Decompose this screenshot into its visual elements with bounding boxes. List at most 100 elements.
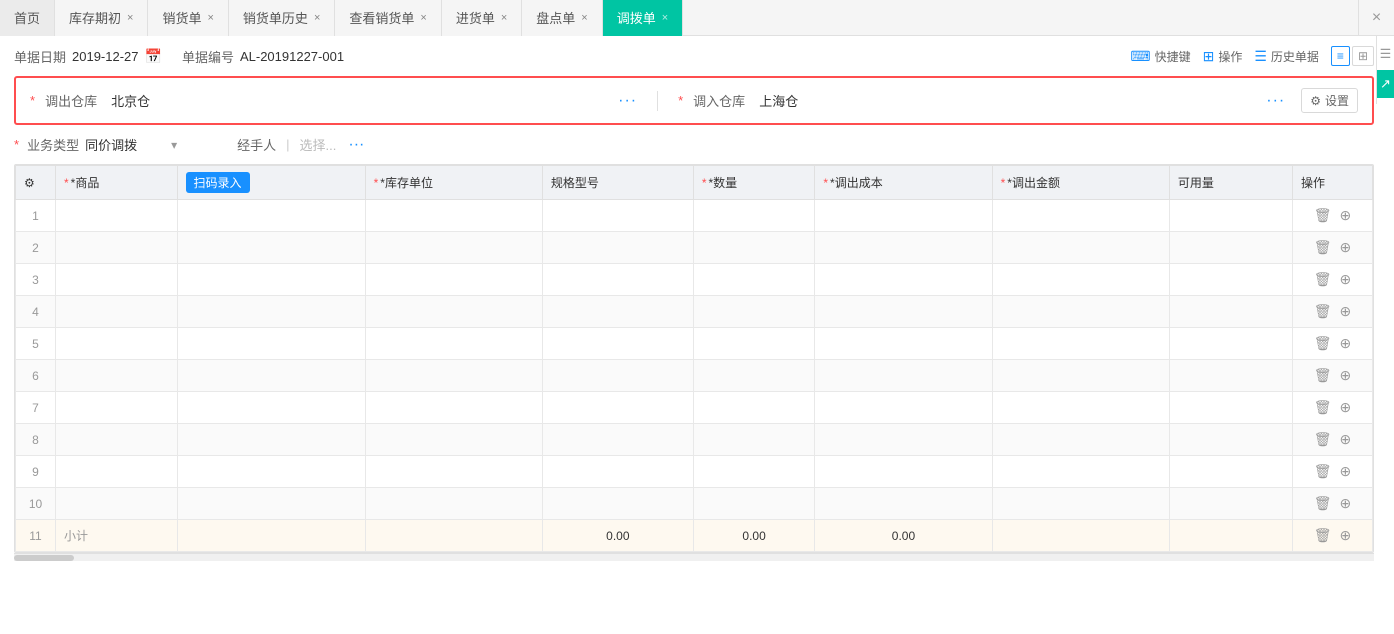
tab-sales-history-close[interactable]: × (314, 12, 320, 24)
tab-home[interactable]: 首页 (0, 0, 55, 36)
row-cost-3[interactable] (815, 264, 992, 296)
row-amount-4[interactable] (992, 296, 1169, 328)
row-unit-4[interactable] (365, 296, 542, 328)
delete-icon[interactable]: 🗑 (1314, 271, 1332, 288)
row-amount-1[interactable] (992, 200, 1169, 232)
row-qty-7[interactable] (693, 392, 815, 424)
scrollbar-thumb[interactable] (14, 555, 74, 561)
sidebar-export-icon[interactable]: ↗ (1377, 70, 1394, 98)
row-qty-3[interactable] (693, 264, 815, 296)
row-cost-10[interactable] (815, 488, 992, 520)
date-value[interactable]: 2019-12-27 (72, 49, 139, 64)
row-product-4[interactable] (56, 296, 178, 328)
row-spec-10[interactable] (542, 488, 693, 520)
row-cost-4[interactable] (815, 296, 992, 328)
tab-purchase[interactable]: 进货单 × (442, 0, 522, 36)
row-amount-6[interactable] (992, 360, 1169, 392)
row-cost-9[interactable] (815, 456, 992, 488)
row-spec-9[interactable] (542, 456, 693, 488)
row-spec-6[interactable] (542, 360, 693, 392)
copy-icon[interactable]: ⊕ (1340, 495, 1352, 512)
row-amount-3[interactable] (992, 264, 1169, 296)
row-qty-1[interactable] (693, 200, 815, 232)
row-unit-9[interactable] (365, 456, 542, 488)
row-cost-6[interactable] (815, 360, 992, 392)
row-amount-9[interactable] (992, 456, 1169, 488)
tab-view-sales-close[interactable]: × (420, 12, 426, 24)
delete-icon[interactable]: 🗑 (1314, 495, 1332, 512)
row-unit-7[interactable] (365, 392, 542, 424)
row-qty-8[interactable] (693, 424, 815, 456)
copy-icon[interactable]: ⊕ (1340, 399, 1352, 416)
in-warehouse-more[interactable]: ··· (1266, 92, 1285, 110)
row-spec-7[interactable] (542, 392, 693, 424)
copy-icon[interactable]: ⊕ (1340, 367, 1352, 384)
tab-purchase-close[interactable]: × (501, 12, 507, 24)
tab-view-sales[interactable]: 查看销货单 × (335, 0, 441, 36)
in-warehouse-value[interactable]: 上海仓 (759, 91, 798, 110)
row-product-2[interactable] (56, 232, 178, 264)
row-product-9[interactable] (56, 456, 178, 488)
row-qty-10[interactable] (693, 488, 815, 520)
tab-transfer[interactable]: 调拨单 × (603, 0, 683, 36)
row-cost-5[interactable] (815, 328, 992, 360)
copy-icon[interactable]: ⊕ (1340, 303, 1352, 320)
copy-icon[interactable]: ⊕ (1340, 335, 1352, 352)
row-unit-3[interactable] (365, 264, 542, 296)
row-product-8[interactable] (56, 424, 178, 456)
row-unit-6[interactable] (365, 360, 542, 392)
tab-stocktake-close[interactable]: × (581, 12, 587, 24)
copy-icon[interactable]: ⊕ (1340, 527, 1352, 544)
row-unit-10[interactable] (365, 488, 542, 520)
row-unit-5[interactable] (365, 328, 542, 360)
row-cost-7[interactable] (815, 392, 992, 424)
row-qty-4[interactable] (693, 296, 815, 328)
delete-icon[interactable]: 🗑 (1314, 367, 1332, 384)
grid-view-button[interactable]: ⊞ (1352, 46, 1374, 66)
row-product-6[interactable] (56, 360, 178, 392)
tab-stocktake[interactable]: 盘点单 × (522, 0, 602, 36)
calendar-icon[interactable]: 📅 (145, 48, 162, 65)
row-amount-2[interactable] (992, 232, 1169, 264)
window-close-button[interactable]: × (1358, 0, 1394, 36)
out-warehouse-more[interactable]: ··· (618, 92, 637, 110)
row-product-10[interactable] (56, 488, 178, 520)
row-spec-1[interactable] (542, 200, 693, 232)
row-unit-2[interactable] (365, 232, 542, 264)
copy-icon[interactable]: ⊕ (1340, 207, 1352, 224)
delete-icon[interactable]: 🗑 (1314, 303, 1332, 320)
row-spec-4[interactable] (542, 296, 693, 328)
row-amount-8[interactable] (992, 424, 1169, 456)
horizontal-scrollbar[interactable] (14, 553, 1374, 561)
delete-icon[interactable]: 🗑 (1314, 207, 1332, 224)
delete-icon[interactable]: 🗑 (1314, 527, 1332, 544)
row-qty-2[interactable] (693, 232, 815, 264)
row-amount-7[interactable] (992, 392, 1169, 424)
delete-icon[interactable]: 🗑 (1314, 463, 1332, 480)
tab-sales-order[interactable]: 销货单 × (148, 0, 228, 36)
row-qty-6[interactable] (693, 360, 815, 392)
tab-inventory-init-close[interactable]: × (127, 12, 133, 24)
tab-transfer-close[interactable]: × (662, 12, 668, 24)
delete-icon[interactable]: 🗑 (1314, 399, 1332, 416)
row-spec-8[interactable] (542, 424, 693, 456)
row-product-3[interactable] (56, 264, 178, 296)
tab-sales-history[interactable]: 销货单历史 × (229, 0, 335, 36)
delete-icon[interactable]: 🗑 (1314, 335, 1332, 352)
copy-icon[interactable]: ⊕ (1340, 463, 1352, 480)
copy-icon[interactable]: ⊕ (1340, 239, 1352, 256)
th-scan[interactable]: 扫码录入 (177, 166, 365, 200)
list-view-button[interactable]: ≡ (1331, 46, 1350, 66)
row-spec-2[interactable] (542, 232, 693, 264)
row-unit-1[interactable] (365, 200, 542, 232)
operate-button[interactable]: ⊞ 操作 (1203, 48, 1243, 65)
business-type-value[interactable]: 同价调拨 (85, 135, 165, 154)
shortcut-button[interactable]: ⌨ 快捷键 (1130, 48, 1190, 65)
row-amount-5[interactable] (992, 328, 1169, 360)
tab-sales-order-close[interactable]: × (207, 12, 213, 24)
row-cost-8[interactable] (815, 424, 992, 456)
row-product-1[interactable] (56, 200, 178, 232)
scan-entry-button[interactable]: 扫码录入 (186, 172, 250, 193)
warehouse-settings-button[interactable]: ⚙ 设置 (1301, 88, 1358, 113)
copy-icon[interactable]: ⊕ (1340, 431, 1352, 448)
